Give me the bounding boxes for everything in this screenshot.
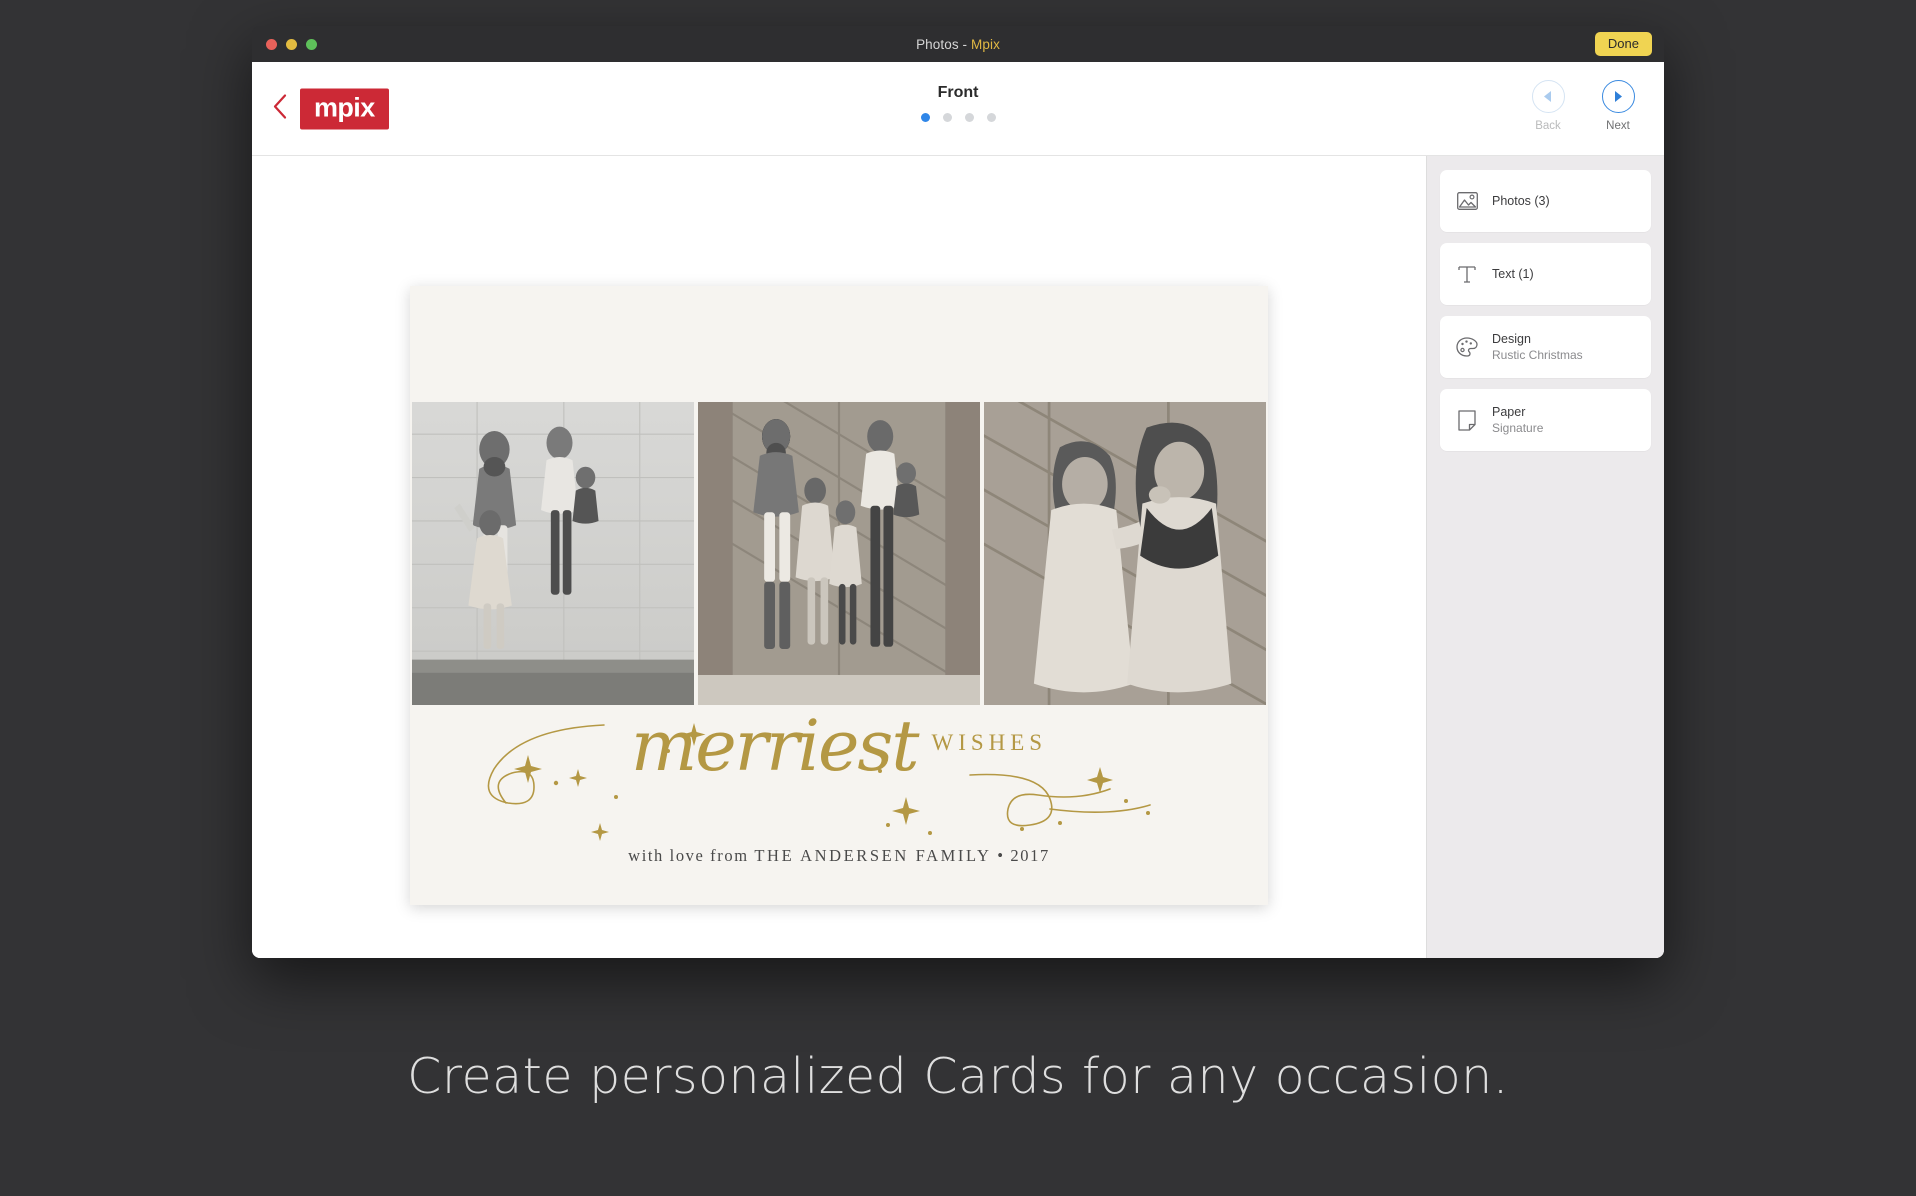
marketing-caption: Create personalized Cards for any occasi… (407, 1048, 1509, 1105)
sidebar-paper-subtitle: Signature (1492, 421, 1544, 435)
card-photo-3[interactable] (984, 402, 1266, 705)
text-t-icon (1456, 263, 1478, 285)
window-title-prefix: Photos - (916, 36, 972, 52)
app-header: mpix Front Back Next (252, 62, 1664, 156)
page-dot-3[interactable] (964, 113, 974, 122)
sidebar-design-text: Design Rustic Christmas (1492, 332, 1583, 362)
signoff-suffix: • 2017 (991, 846, 1050, 865)
card-script-text: merriest (630, 705, 920, 787)
card-canvas[interactable]: merriest WISHES with love from THE ANDERS… (252, 156, 1426, 958)
app-body: mpix Front Back Next merriest WISHES wit… (252, 62, 1664, 958)
triangle-right-icon (1601, 80, 1635, 113)
sidebar-photos-title: Photos (3) (1492, 194, 1550, 208)
sidebar-photos-text: Photos (3) (1492, 194, 1550, 208)
back-button[interactable]: Back (1524, 80, 1572, 132)
sidebar-item-photos[interactable]: Photos (3) (1440, 170, 1651, 232)
done-button[interactable]: Done (1594, 32, 1652, 56)
next-button[interactable]: Next (1594, 80, 1642, 132)
palette-icon (1456, 336, 1478, 358)
window-titlebar: Photos - Mpix Done (252, 26, 1664, 62)
sidebar-text-title: Text (1) (1492, 267, 1534, 281)
back-button-label: Back (1535, 120, 1561, 132)
page-title: Front (937, 84, 979, 101)
image-icon (1456, 190, 1478, 212)
signoff-prefix: with love from (628, 846, 755, 865)
page-dot-4[interactable] (986, 113, 996, 122)
card-text-block[interactable]: merriest WISHES with love from THE ANDERS… (410, 705, 1268, 905)
nav-buttons: Back Next (1524, 80, 1642, 132)
page-dot-2[interactable] (942, 113, 952, 122)
triangle-left-icon (1531, 80, 1565, 113)
card-top-margin (410, 286, 1268, 402)
page-title-group: Front (252, 84, 1664, 122)
card-wishes-text: WISHES (931, 730, 1048, 755)
sidebar-item-design[interactable]: Design Rustic Christmas (1440, 316, 1651, 378)
card-preview[interactable]: merriest WISHES with love from THE ANDERS… (410, 286, 1268, 905)
next-button-label: Next (1606, 120, 1630, 132)
window-title: Photos - Mpix (252, 37, 1664, 52)
page-dot-1[interactable] (920, 113, 930, 122)
sidebar-paper-title: Paper (1492, 405, 1526, 419)
sidebar-paper-text: Paper Signature (1492, 405, 1543, 435)
sidebar-design-subtitle: Rustic Christmas (1492, 348, 1583, 362)
app-window: Photos - Mpix Done mpix Front Back Next … (252, 26, 1664, 958)
card-headline[interactable]: merriest WISHES (410, 711, 1268, 781)
sidebar-item-paper[interactable]: Paper Signature (1440, 389, 1651, 451)
paper-icon (1456, 409, 1478, 431)
window-title-app: Mpix (971, 36, 1000, 52)
sidebar-item-text[interactable]: Text (1) (1440, 243, 1651, 305)
card-photo-row (410, 402, 1268, 705)
card-photo-2[interactable] (698, 402, 980, 705)
card-photo-1[interactable] (412, 402, 694, 705)
card-signoff[interactable]: with love from THE ANDERSEN FAMILY • 201… (410, 846, 1268, 866)
sidebar-design-title: Design (1492, 332, 1531, 346)
editor-sidebar: Photos (3) Text (1) Design Rustic Christ… (1426, 156, 1664, 958)
sidebar-text-text: Text (1) (1492, 267, 1534, 281)
page-dots[interactable] (252, 113, 1664, 122)
editor-content: merriest WISHES with love from THE ANDERS… (252, 156, 1664, 958)
signoff-family: THE ANDERSEN FAMILY (754, 846, 992, 865)
